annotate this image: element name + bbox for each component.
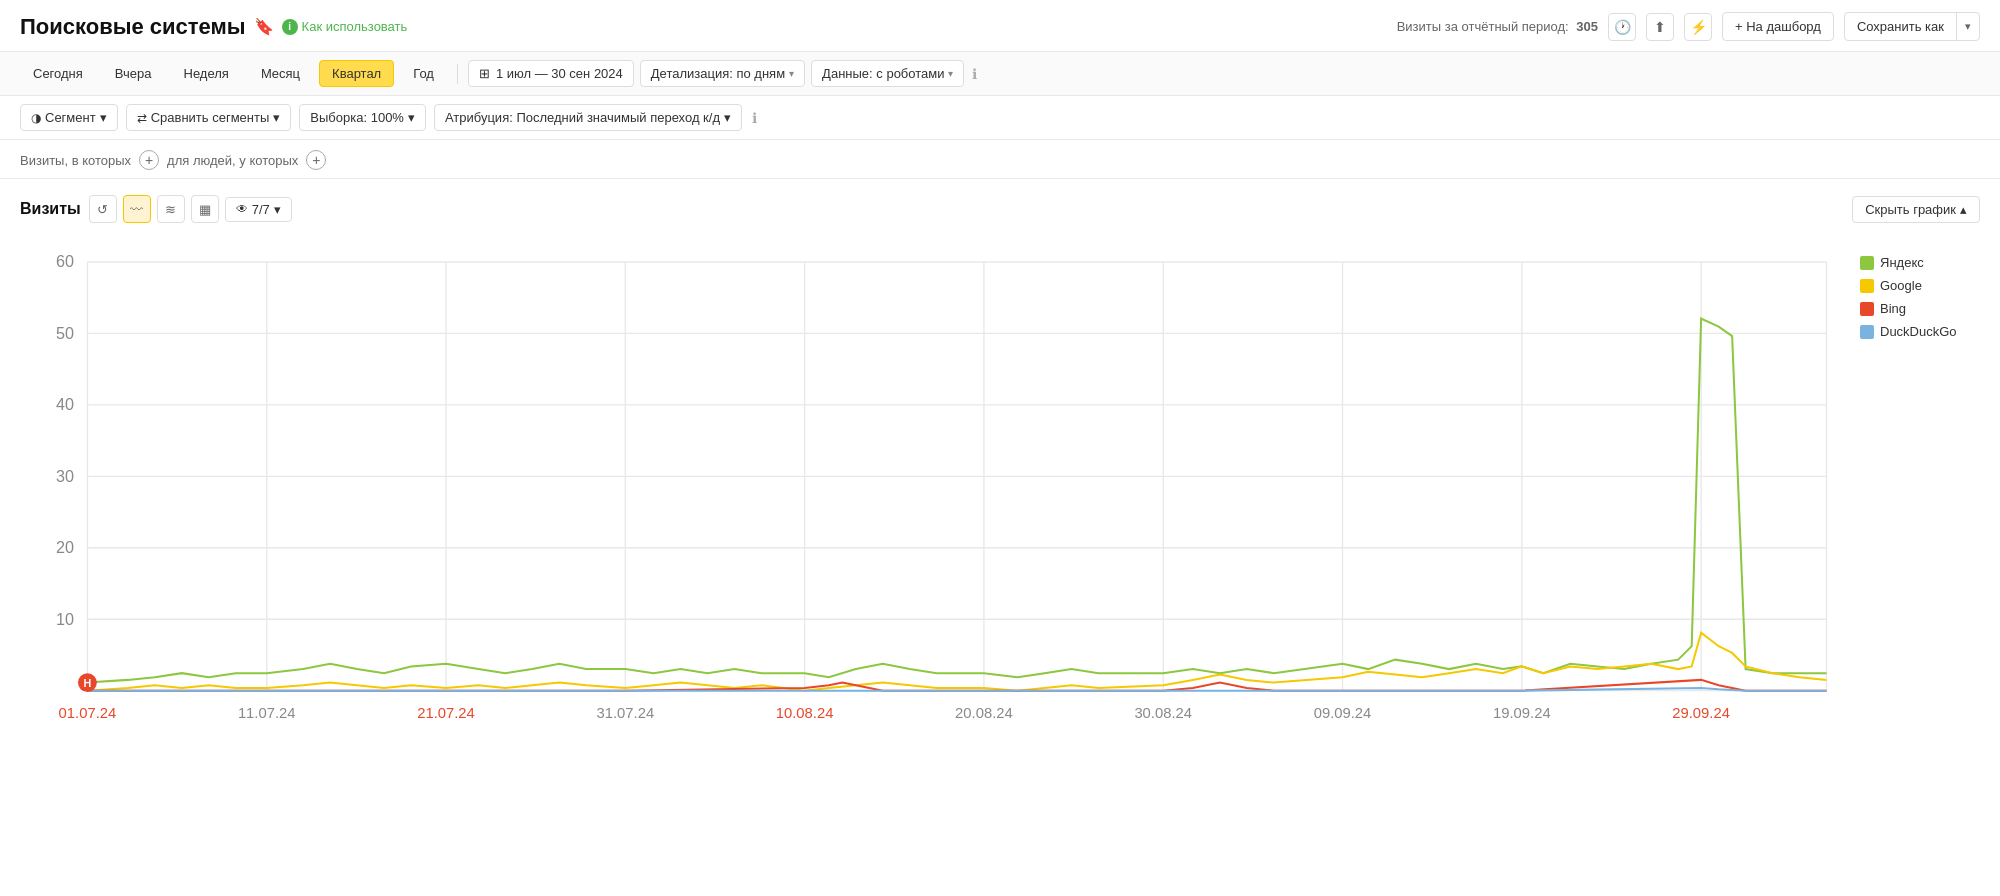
svg-text:10: 10 <box>56 610 74 628</box>
filter-bar: ◑ Сегмент ▾ ⇄ Сравнить сегменты ▾ Выборк… <box>0 96 2000 140</box>
separator <box>457 64 458 84</box>
legend-google: Google <box>1860 278 1980 293</box>
detail-dropdown[interactable]: Детализация: по дням ▾ <box>640 60 805 87</box>
svg-text:40: 40 <box>56 395 74 413</box>
sample-dropdown[interactable]: Выборка: 100% ▾ <box>299 104 426 131</box>
period-bar: Сегодня Вчера Неделя Месяц Квартал Год ⊞… <box>0 52 2000 96</box>
svg-text:31.07.24: 31.07.24 <box>596 705 654 721</box>
chevron-down-icon: ▾ <box>100 110 107 125</box>
period-today[interactable]: Сегодня <box>20 60 96 87</box>
period-week[interactable]: Неделя <box>171 60 242 87</box>
save-as-main-button[interactable]: Сохранить как <box>1845 13 1957 40</box>
export-icon-button[interactable]: ⬆ <box>1646 13 1674 41</box>
eye-icon: 👁 <box>236 202 248 216</box>
segment-text-1: Визиты, в которых <box>20 153 131 168</box>
add-to-dashboard-button[interactable]: + На дашборд <box>1722 12 1834 41</box>
svg-text:19.09.24: 19.09.24 <box>1493 705 1551 721</box>
svg-text:30.08.24: 30.08.24 <box>1134 705 1192 721</box>
google-color <box>1860 279 1874 293</box>
chart-title: Визиты <box>20 200 81 218</box>
legend-bing: Bing <box>1860 301 1980 316</box>
compare-segments-dropdown[interactable]: ⇄ Сравнить сегменты ▾ <box>126 104 292 131</box>
period-month[interactable]: Месяц <box>248 60 313 87</box>
chart-legend: Яндекс Google Bing DuckDuckGo <box>1860 235 1980 339</box>
clock-icon-button[interactable]: 🕐 <box>1608 13 1636 41</box>
period-yesterday[interactable]: Вчера <box>102 60 165 87</box>
chevron-down-icon: ▾ <box>789 68 794 79</box>
line-chart-button[interactable]: 〰 <box>123 195 151 223</box>
svg-text:21.07.24: 21.07.24 <box>417 705 475 721</box>
svg-text:Н: Н <box>84 677 92 689</box>
chart-wrapper: 60 50 40 30 20 10 01.07. <box>20 235 1980 774</box>
chevron-down-icon: ▾ <box>273 110 280 125</box>
segment-icon: ◑ <box>31 111 41 125</box>
chevron-down-icon: ▾ <box>274 202 281 217</box>
add-segment-button-2[interactable]: + <box>306 150 326 170</box>
yandex-color <box>1860 256 1874 270</box>
segment-bar: Визиты, в которых + для людей, у которых… <box>0 140 2000 179</box>
legend-duckduckgo: DuckDuckGo <box>1860 324 1980 339</box>
period-info-icon[interactable]: ℹ <box>972 66 977 82</box>
info-icon: i <box>282 19 298 35</box>
hide-chart-button[interactable]: Скрыть график ▴ <box>1852 196 1980 223</box>
segment-dropdown[interactable]: ◑ Сегмент ▾ <box>20 104 118 131</box>
add-segment-button-1[interactable]: + <box>139 150 159 170</box>
page-header: Поисковые системы 🔖 i Как использовать В… <box>0 0 2000 52</box>
header-left: Поисковые системы 🔖 i Как использовать <box>20 14 407 40</box>
calendar-icon: ⊞ <box>479 66 490 81</box>
bar-chart-button[interactable]: ▦ <box>191 195 219 223</box>
data-dropdown[interactable]: Данные: с роботами ▾ <box>811 60 964 87</box>
chart-header: Визиты ↺ 〰 ≋ ▦ 👁 7/7 ▾ Скрыть график ▴ <box>20 195 1980 223</box>
svg-text:11.07.24: 11.07.24 <box>238 705 296 721</box>
page-title: Поисковые системы <box>20 14 246 40</box>
period-quarter[interactable]: Квартал <box>319 60 394 87</box>
chart-container: 60 50 40 30 20 10 01.07. <box>20 235 1840 774</box>
save-as-button-group: Сохранить как ▾ <box>1844 12 1980 41</box>
bing-color <box>1860 302 1874 316</box>
svg-text:50: 50 <box>56 324 74 342</box>
svg-text:01.07.24: 01.07.24 <box>59 705 117 721</box>
compare-icon: ⇄ <box>137 111 147 125</box>
period-year[interactable]: Год <box>400 60 447 87</box>
svg-text:10.08.24: 10.08.24 <box>776 705 834 721</box>
header-right: Визиты за отчётный период: 305 🕐 ⬆ ⚡ + Н… <box>1397 12 1980 41</box>
visits-label: Визиты за отчётный период: 305 <box>1397 19 1598 34</box>
chevron-up-icon: ▴ <box>1960 202 1967 217</box>
chevron-down-icon: ▾ <box>724 110 731 125</box>
svg-text:30: 30 <box>56 467 74 485</box>
svg-text:60: 60 <box>56 252 74 270</box>
series-selector[interactable]: 👁 7/7 ▾ <box>225 197 292 222</box>
duckduckgo-color <box>1860 325 1874 339</box>
chart-controls: ↺ 〰 ≋ ▦ 👁 7/7 ▾ <box>89 195 292 223</box>
svg-text:29.09.24: 29.09.24 <box>1672 705 1730 721</box>
attribution-dropdown[interactable]: Атрибуция: Последний значимый переход к/… <box>434 104 742 131</box>
svg-text:09.09.24: 09.09.24 <box>1314 705 1372 721</box>
refresh-button[interactable]: ↺ <box>89 195 117 223</box>
chevron-down-icon: ▾ <box>948 68 953 79</box>
bookmark-icon[interactable]: 🔖 <box>254 17 274 36</box>
svg-text:20.08.24: 20.08.24 <box>955 705 1013 721</box>
area-chart-button[interactable]: ≋ <box>157 195 185 223</box>
save-as-dropdown-button[interactable]: ▾ <box>1957 14 1979 39</box>
chevron-down-icon: ▾ <box>408 110 415 125</box>
svg-text:20: 20 <box>56 538 74 556</box>
how-to-use-link[interactable]: i Как использовать <box>282 19 408 35</box>
compare-icon-button[interactable]: ⚡ <box>1684 13 1712 41</box>
legend-yandex: Яндекс <box>1860 255 1980 270</box>
date-range-picker[interactable]: ⊞ 1 июл — 30 сен 2024 <box>468 60 634 87</box>
visits-count: 305 <box>1576 19 1598 34</box>
segment-text-2: для людей, у которых <box>167 153 298 168</box>
chart-title-area: Визиты ↺ 〰 ≋ ▦ 👁 7/7 ▾ <box>20 195 292 223</box>
chart-svg: 60 50 40 30 20 10 01.07. <box>20 235 1840 774</box>
chart-section: Визиты ↺ 〰 ≋ ▦ 👁 7/7 ▾ Скрыть график ▴ <box>0 179 2000 774</box>
filter-info-icon[interactable]: ℹ <box>752 110 757 126</box>
